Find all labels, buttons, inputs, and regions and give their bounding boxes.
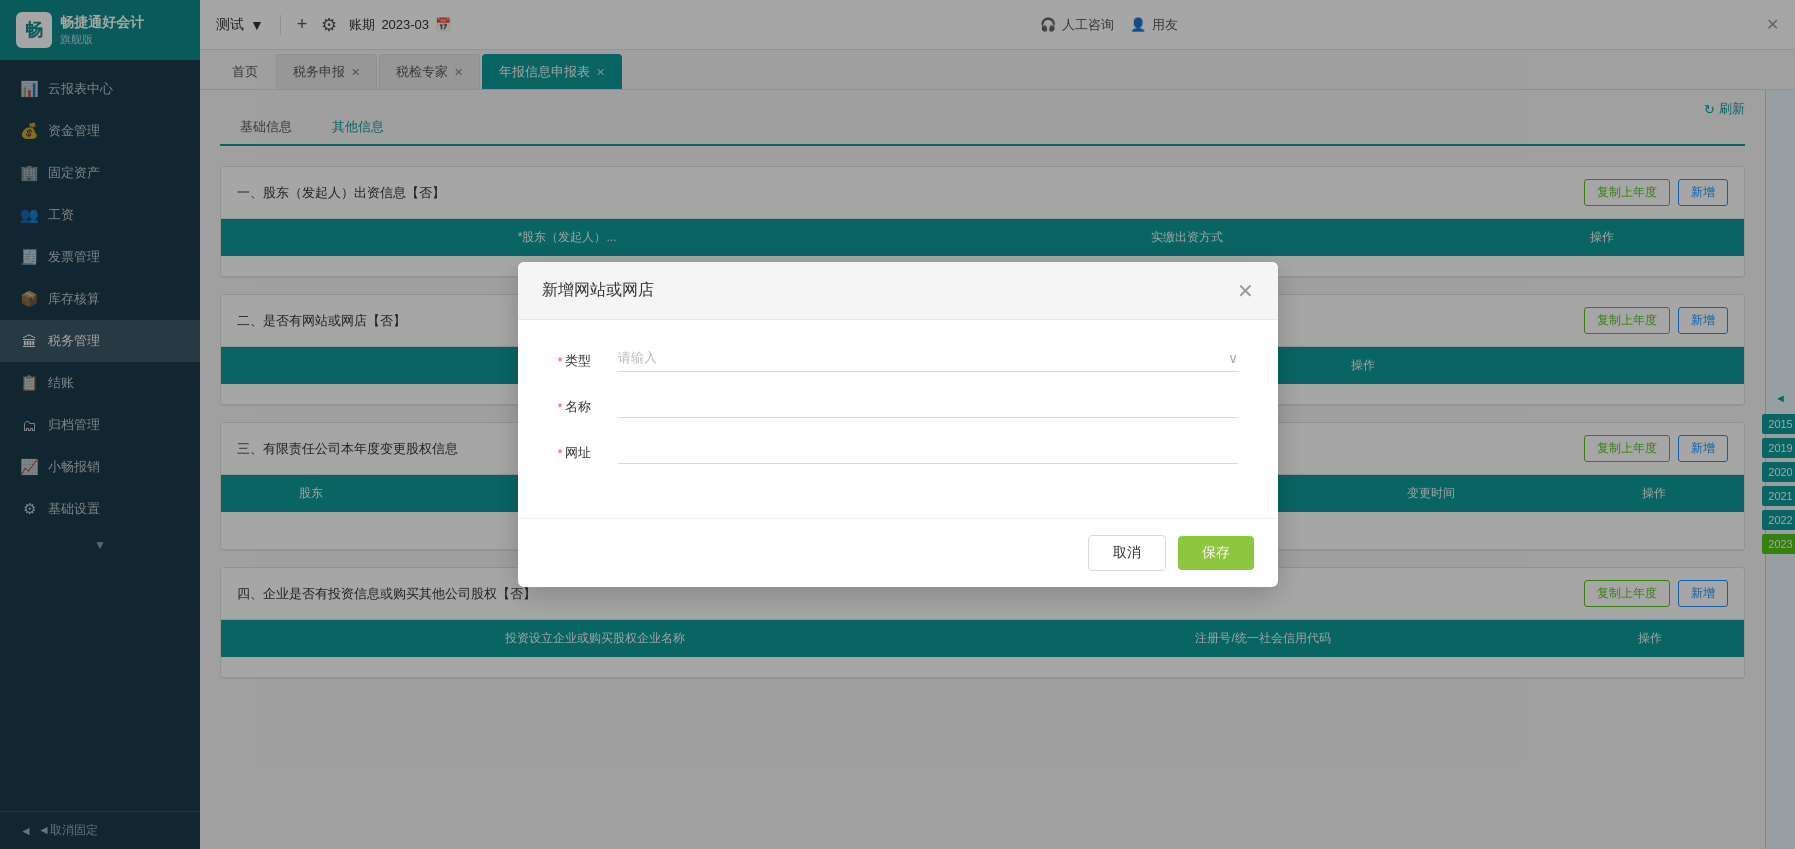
name-label-text: 名称 [565, 398, 591, 416]
url-label: * 网址 [558, 444, 618, 462]
url-field: * 网址 [558, 442, 1238, 464]
cancel-button[interactable]: 取消 [1088, 535, 1166, 571]
name-label: * 名称 [558, 398, 618, 416]
save-button[interactable]: 保存 [1178, 536, 1254, 570]
type-input[interactable] [618, 350, 1238, 365]
name-required-mark: * [558, 400, 563, 415]
dialog-header: 新增网站或网店 ✕ [518, 262, 1278, 320]
dialog-title: 新增网站或网店 [542, 280, 654, 301]
type-dropdown-icon[interactable]: ∨ [1228, 350, 1238, 366]
url-required-mark: * [558, 446, 563, 461]
url-input[interactable] [618, 442, 1238, 457]
type-label: * 类型 [558, 352, 618, 370]
dialog-overlay: 新增网站或网店 ✕ * 类型 ∨ * 名称 [0, 0, 1795, 849]
dialog-footer: 取消 保存 [518, 518, 1278, 587]
name-field: * 名称 [558, 396, 1238, 418]
name-input-wrap [618, 396, 1238, 418]
type-label-text: 类型 [565, 352, 591, 370]
url-label-text: 网址 [565, 444, 591, 462]
type-required-mark: * [558, 354, 563, 369]
type-input-wrap: ∨ [618, 350, 1238, 372]
dialog-body: * 类型 ∨ * 名称 * [518, 320, 1278, 518]
type-field: * 类型 ∨ [558, 350, 1238, 372]
name-input[interactable] [618, 396, 1238, 411]
url-input-wrap [618, 442, 1238, 464]
dialog-close-button[interactable]: ✕ [1237, 281, 1254, 301]
add-website-dialog: 新增网站或网店 ✕ * 类型 ∨ * 名称 [518, 262, 1278, 587]
